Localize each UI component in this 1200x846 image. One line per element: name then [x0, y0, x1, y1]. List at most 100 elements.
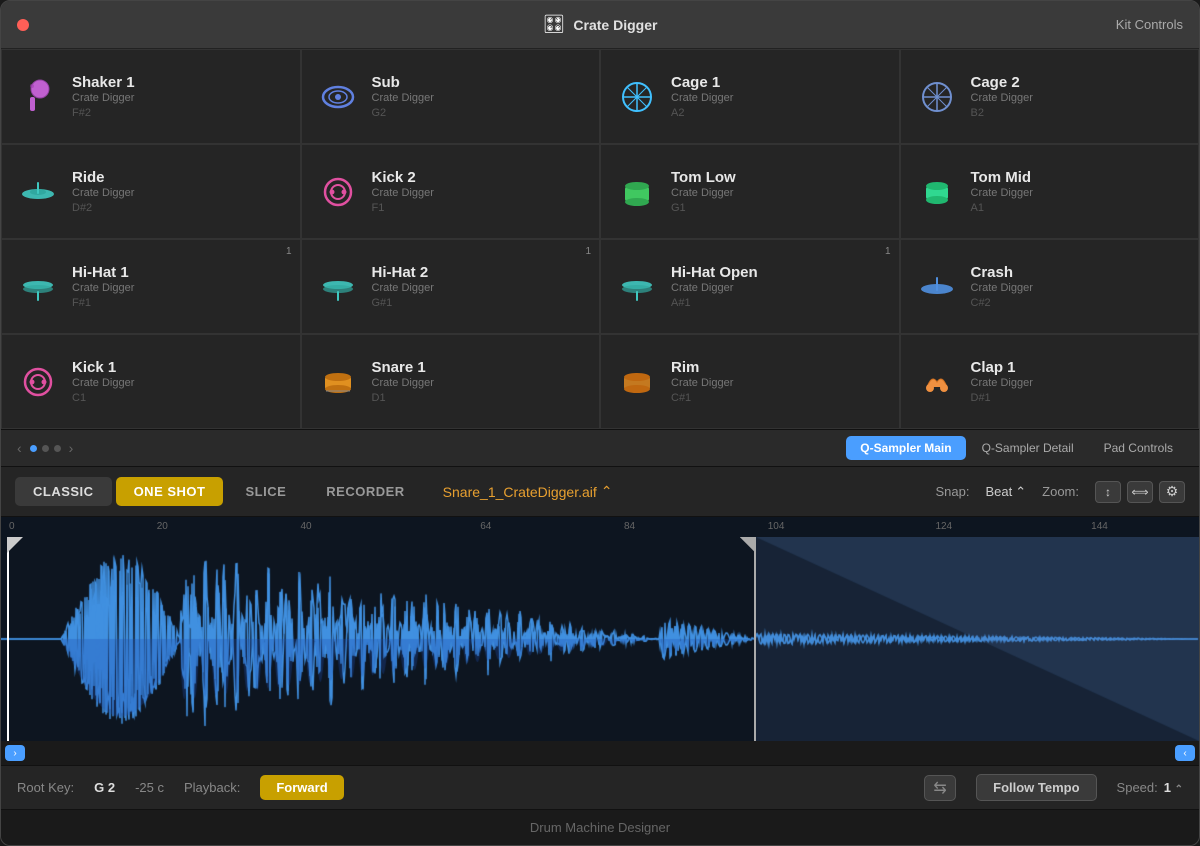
pad-icon-snare [316, 360, 360, 404]
pad-kit: Crate Digger [372, 187, 434, 199]
pad-info: Rim Crate Digger C#1 [671, 359, 733, 404]
drum-pad-kick-1[interactable]: Kick 1 Crate Digger C1 [1, 334, 301, 429]
drum-pad-crash[interactable]: Crash Crate Digger C#2 [900, 239, 1200, 334]
app-icon: 🎛 [543, 14, 566, 35]
waveform-ruler: 0 20 40 64 84 104 124 144 [1, 517, 1199, 537]
drum-pad-clap-1[interactable]: Clap 1 Crate Digger D#1 [900, 334, 1200, 429]
mode-one-shot[interactable]: ONE SHOT [116, 477, 224, 506]
scroll-bar[interactable]: › ‹ [1, 741, 1199, 765]
playback-label: Playback: [184, 780, 240, 795]
pad-note: C1 [72, 392, 134, 404]
drum-pad-sub[interactable]: Sub Crate Digger G2 [301, 49, 601, 144]
speed-value[interactable]: 1 ⌃ [1164, 780, 1183, 795]
cents-number: -25 [135, 780, 154, 795]
pad-note: G2 [372, 107, 434, 119]
drum-pad-shaker-1[interactable]: Shaker 1 Crate Digger F#2 [1, 49, 301, 144]
kit-controls-button[interactable]: Kit Controls [1116, 17, 1183, 32]
pad-info: Sub Crate Digger G2 [372, 74, 434, 119]
file-name[interactable]: Snare_1_CrateDigger.aif ⌃ [443, 483, 613, 500]
mode-classic[interactable]: CLASSIC [15, 477, 112, 506]
zoom-label: Zoom: [1042, 484, 1079, 499]
nav-dot-3[interactable] [54, 445, 61, 452]
pad-icon-tomlow [615, 170, 659, 214]
file-name-text: Snare_1_CrateDigger.aif [443, 484, 597, 500]
pad-name: Cage 1 [671, 74, 733, 91]
pad-kit: Crate Digger [72, 282, 134, 294]
scroll-thumb-right[interactable]: ‹ [1175, 745, 1195, 761]
pad-icon-hihat [16, 265, 60, 309]
pad-icon-cage2 [915, 75, 959, 119]
drum-pad-tom-low[interactable]: Tom Low Crate Digger G1 [600, 144, 900, 239]
ruler-20: 20 [157, 521, 168, 532]
nav-dot-1[interactable] [30, 445, 37, 452]
speed-number: 1 [1164, 780, 1171, 795]
pad-icon-shaker [16, 75, 60, 119]
nav-next-arrow[interactable]: › [65, 436, 78, 460]
scroll-thumb-left[interactable]: › [5, 745, 25, 761]
pad-info: Hi-Hat Open Crate Digger A#1 [671, 264, 758, 309]
zoom-full-btn[interactable]: ⟺ [1127, 481, 1153, 503]
tab-q-sampler-detail[interactable]: Q-Sampler Detail [968, 436, 1088, 460]
close-button[interactable] [17, 19, 29, 31]
snap-value[interactable]: Beat ⌃ [986, 484, 1027, 500]
pad-name: Hi-Hat 2 [372, 264, 434, 281]
tab-pad-controls[interactable]: Pad Controls [1090, 436, 1187, 460]
pad-icon-crash [915, 265, 959, 309]
loop-btn[interactable]: ⇆ [924, 775, 956, 801]
speed-stepper[interactable]: ⌃ [1175, 784, 1183, 795]
pad-icon-clap [915, 360, 959, 404]
app-window: 🎛 Crate Digger Kit Controls Shaker 1 Cra… [0, 0, 1200, 846]
pad-note: D#2 [72, 202, 134, 214]
pad-corner: 1 [286, 246, 292, 257]
cents-label: c [157, 780, 164, 795]
drum-pad-cage-1[interactable]: Cage 1 Crate Digger A2 [600, 49, 900, 144]
pad-info: Tom Low Crate Digger G1 [671, 169, 736, 214]
pad-icon-tommid [915, 170, 959, 214]
cents-value[interactable]: -25 c [135, 780, 164, 795]
waveform-container[interactable]: 0 20 40 64 84 104 124 144 [1, 517, 1199, 741]
drum-pad-ride[interactable]: Ride Crate Digger D#2 [1, 144, 301, 239]
drum-pad-kick-2[interactable]: Kick 2 Crate Digger F1 [301, 144, 601, 239]
root-key-label: Root Key: [17, 780, 74, 795]
pad-name: Hi-Hat Open [671, 264, 758, 281]
window-controls [17, 19, 29, 31]
pad-info: Tom Mid Crate Digger A1 [971, 169, 1033, 214]
pad-name: Clap 1 [971, 359, 1033, 376]
nav-dot-2[interactable] [42, 445, 49, 452]
pad-kit: Crate Digger [971, 92, 1033, 104]
pad-kit: Crate Digger [971, 282, 1033, 294]
pad-name: Shaker 1 [72, 74, 135, 91]
drum-pad-hi-hat-open[interactable]: Hi-Hat Open Crate Digger A#1 1 [600, 239, 900, 334]
pad-info: Ride Crate Digger D#2 [72, 169, 134, 214]
zoom-controls: ↕ ⟺ ⚙ [1095, 481, 1185, 503]
drum-pad-hi-hat-2[interactable]: Hi-Hat 2 Crate Digger G#1 1 [301, 239, 601, 334]
zoom-fit-btn[interactable]: ↕ [1095, 481, 1121, 503]
ruler-64: 64 [480, 521, 491, 532]
drum-pad-tom-mid[interactable]: Tom Mid Crate Digger A1 [900, 144, 1200, 239]
root-key-value[interactable]: G 2 [94, 780, 115, 795]
drum-pad-rim[interactable]: Rim Crate Digger C#1 [600, 334, 900, 429]
ruler-144: 144 [1091, 521, 1108, 532]
pad-name: Cage 2 [971, 74, 1033, 91]
tab-q-sampler-main[interactable]: Q-Sampler Main [846, 436, 965, 460]
settings-btn[interactable]: ⚙ [1159, 481, 1185, 503]
ruler-84: 84 [624, 521, 635, 532]
title-center: 🎛 Crate Digger [543, 14, 658, 35]
pad-name: Tom Low [671, 169, 736, 186]
mode-slice[interactable]: SLICE [227, 477, 304, 506]
mode-recorder[interactable]: RECORDER [308, 477, 422, 506]
pad-note: F#2 [72, 107, 135, 119]
pad-kit: Crate Digger [372, 92, 434, 104]
file-selector-chevron: ⌃ [601, 483, 613, 500]
end-marker[interactable] [754, 537, 756, 741]
drum-pad-hi-hat-1[interactable]: Hi-Hat 1 Crate Digger F#1 1 [1, 239, 301, 334]
drum-pad-snare-1[interactable]: Snare 1 Crate Digger D1 [301, 334, 601, 429]
speed-control: Speed: 1 ⌃ [1117, 780, 1183, 795]
drum-pad-cage-2[interactable]: Cage 2 Crate Digger B2 [900, 49, 1200, 144]
nav-prev-arrow[interactable]: ‹ [13, 436, 26, 460]
start-marker[interactable] [7, 537, 9, 741]
pad-kit: Crate Digger [72, 92, 135, 104]
follow-tempo-btn[interactable]: Follow Tempo [976, 774, 1096, 801]
sampler-section: CLASSIC ONE SHOT SLICE RECORDER Snare_1_… [1, 467, 1199, 809]
playback-forward-btn[interactable]: Forward [260, 775, 343, 800]
